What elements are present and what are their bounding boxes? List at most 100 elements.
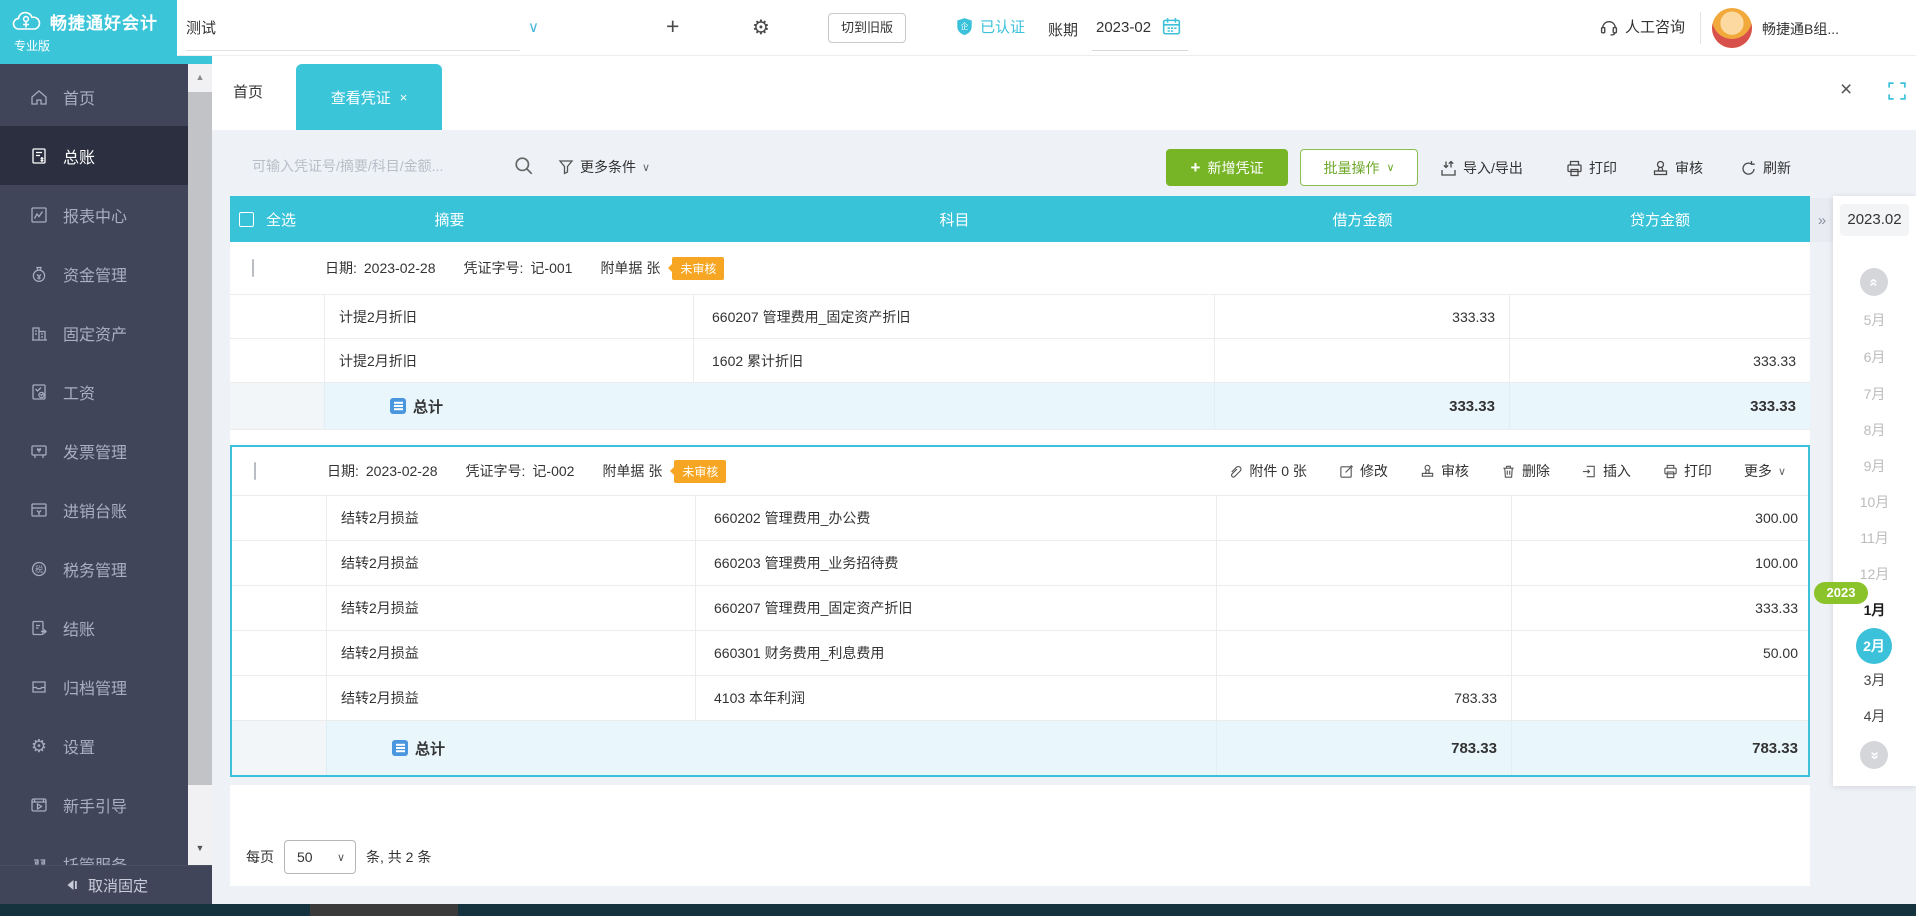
- total-label: 总计: [413, 398, 444, 416]
- sidebar-item-settings[interactable]: ⚙ 设置: [0, 716, 188, 775]
- print-button[interactable]: 打印: [1566, 158, 1617, 178]
- fullscreen-icon[interactable]: [1888, 82, 1906, 100]
- sidebar-item-report-center[interactable]: 报表中心: [0, 185, 188, 244]
- sidebar-item-funds[interactable]: 资金管理: [0, 244, 188, 303]
- table-row[interactable]: 结转2月损益 4103 本年利润 783.33: [232, 675, 1808, 720]
- month-item[interactable]: 11月: [1833, 528, 1916, 548]
- delete-button[interactable]: 删除: [1501, 461, 1550, 481]
- scroll-down-icon[interactable]: ▼: [188, 836, 212, 860]
- total-credit: 783.33: [1752, 739, 1798, 757]
- more-filters-button[interactable]: 更多条件 ∨: [558, 157, 650, 177]
- sidebar-item-salary[interactable]: 工资: [0, 362, 188, 421]
- sidebar-item-archive[interactable]: 归档管理: [0, 657, 188, 716]
- collapse-panel-button[interactable]: »: [1810, 198, 1834, 242]
- voucher-header-row[interactable]: 日期: 2023-02-28 凭证字号: 记-001 附单据 张 未审核: [230, 242, 1810, 294]
- scroll-months-up-button[interactable]: «: [1860, 268, 1888, 296]
- table-row[interactable]: 计提2月折旧 660207 管理费用_固定资产折旧 333.33: [230, 294, 1810, 338]
- search-icon[interactable]: [514, 156, 534, 176]
- new-voucher-button[interactable]: + 新增凭证: [1166, 149, 1288, 186]
- sidebar-item-tax[interactable]: 税 税务管理: [0, 539, 188, 598]
- month-item[interactable]: 6月: [1833, 347, 1916, 367]
- plus-icon: +: [1190, 157, 1201, 177]
- sidebar-item-guide[interactable]: 新手引导: [0, 775, 188, 834]
- table-row[interactable]: 结转2月损益 660301 财务费用_利息费用 50.00: [232, 630, 1808, 675]
- month-item-active[interactable]: 2月: [1856, 628, 1892, 664]
- attachment-button[interactable]: 附件 0 张: [1228, 461, 1307, 481]
- scroll-months-down-button[interactable]: «: [1860, 741, 1888, 769]
- cell-summary: 结转2月损益: [327, 541, 696, 585]
- avatar[interactable]: [1712, 8, 1752, 48]
- month-item[interactable]: 10月: [1833, 492, 1916, 512]
- cell-account: 660207 管理费用_固定资产折旧: [694, 295, 1215, 338]
- logo-cap: [177, 56, 212, 64]
- insert-button[interactable]: 插入: [1582, 461, 1631, 481]
- print-label: 打印: [1589, 160, 1617, 176]
- account-set-selector[interactable]: 测试: [186, 17, 526, 38]
- refresh-button[interactable]: 刷新: [1740, 158, 1791, 178]
- sidebar-item-label: 归档管理: [63, 680, 128, 698]
- month-item[interactable]: 8月: [1833, 420, 1916, 440]
- audit-button[interactable]: 审核: [1652, 158, 1703, 178]
- edit-button[interactable]: 修改: [1339, 461, 1388, 481]
- batch-operations-button[interactable]: 批量操作 ∨: [1300, 149, 1418, 186]
- sidebar-item-invoice[interactable]: 发票管理: [0, 421, 188, 480]
- print-button[interactable]: 打印: [1663, 461, 1712, 481]
- close-icon[interactable]: ×: [1840, 78, 1852, 102]
- voucher-header-row[interactable]: 日期: 2023-02-28 凭证字号: 记-002 附单据 张 未审核 附件 0 …: [232, 447, 1808, 495]
- sidebar-item-closing[interactable]: 结账: [0, 598, 188, 657]
- month-item[interactable]: 3月: [1833, 670, 1916, 690]
- trade-ledger-icon: [31, 502, 47, 517]
- month-item[interactable]: 5月: [1833, 310, 1916, 330]
- more-button[interactable]: 更多 ∨: [1744, 461, 1786, 481]
- cell-debit: [1217, 496, 1512, 540]
- cell-credit: [1510, 295, 1810, 338]
- certified-badge[interactable]: 企 已认证: [955, 16, 1025, 37]
- unpin-sidebar-button[interactable]: 取消固定: [0, 865, 212, 904]
- month-item[interactable]: 12月: [1833, 564, 1916, 584]
- tax-icon: 税: [31, 561, 47, 576]
- table-row[interactable]: 结转2月损益 660207 管理费用_固定资产折旧 333.33: [232, 585, 1808, 630]
- sidebar-item-trade-ledger[interactable]: 进销台账: [0, 480, 188, 539]
- voucher-group: 日期: 2023-02-28 凭证字号: 记-001 附单据 张 未审核 计提2月折…: [230, 242, 1810, 430]
- audit-button[interactable]: 审核: [1420, 461, 1469, 481]
- sidebar-item-home[interactable]: 首页: [0, 67, 188, 126]
- sidebar-item-label: 固定资产: [63, 326, 128, 344]
- switch-old-version-button[interactable]: 切到旧版: [828, 13, 907, 43]
- sidebar-item-clipped[interactable]: 托管服务: [0, 834, 188, 865]
- user-name[interactable]: 畅捷通B组...: [1762, 19, 1839, 39]
- table-row[interactable]: 结转2月损益 660203 管理费用_业务招待费 100.00: [232, 540, 1808, 585]
- add-account-set-icon[interactable]: +: [666, 13, 679, 40]
- brand-name: 畅捷通好会计: [50, 14, 158, 33]
- per-page-select[interactable]: 50 ∨: [284, 840, 356, 874]
- support-link[interactable]: 人工咨询: [1600, 16, 1685, 37]
- table-row[interactable]: 计提2月折旧 1602 累计折旧 333.33: [230, 338, 1810, 382]
- tab-view-voucher[interactable]: 查看凭证 ×: [296, 64, 442, 130]
- voucher-checkbox[interactable]: [252, 259, 254, 277]
- period-value[interactable]: 2023-02: [1096, 19, 1151, 36]
- search-input[interactable]: [252, 151, 492, 181]
- printer-icon: [1567, 160, 1582, 176]
- gear-icon[interactable]: ⚙: [752, 15, 770, 40]
- month-item[interactable]: 4月: [1833, 706, 1916, 726]
- sidebar-item-label: 首页: [63, 90, 96, 108]
- month-item[interactable]: 9月: [1833, 456, 1916, 476]
- sidebar-item-general-ledger[interactable]: 总账: [0, 126, 188, 185]
- table-row[interactable]: 结转2月损益 660202 管理费用_办公费 300.00: [232, 495, 1808, 540]
- tab-home[interactable]: 首页: [233, 56, 263, 130]
- total-row: 总计 783.33 783.33: [232, 720, 1808, 775]
- import-export-button[interactable]: 导入/导出: [1440, 158, 1523, 178]
- tab-close-icon[interactable]: ×: [400, 90, 408, 105]
- sidebar-item-fixed-assets[interactable]: 固定资产: [0, 303, 188, 362]
- print-label: 打印: [1683, 463, 1712, 479]
- scrollbar-thumb[interactable]: [188, 92, 212, 785]
- period-label: 账期: [1048, 22, 1079, 39]
- scroll-up-icon[interactable]: ▲: [188, 64, 212, 90]
- chevron-down-icon[interactable]: ∨: [528, 18, 539, 36]
- cell-account: 660202 管理费用_办公费: [696, 496, 1217, 540]
- calendar-icon[interactable]: [1162, 17, 1181, 36]
- period-display[interactable]: 2023.02: [1840, 204, 1909, 236]
- select-all-checkbox[interactable]: [239, 211, 254, 227]
- voucher-checkbox[interactable]: [254, 462, 256, 480]
- total-icon: [392, 740, 408, 756]
- month-item[interactable]: 7月: [1833, 384, 1916, 404]
